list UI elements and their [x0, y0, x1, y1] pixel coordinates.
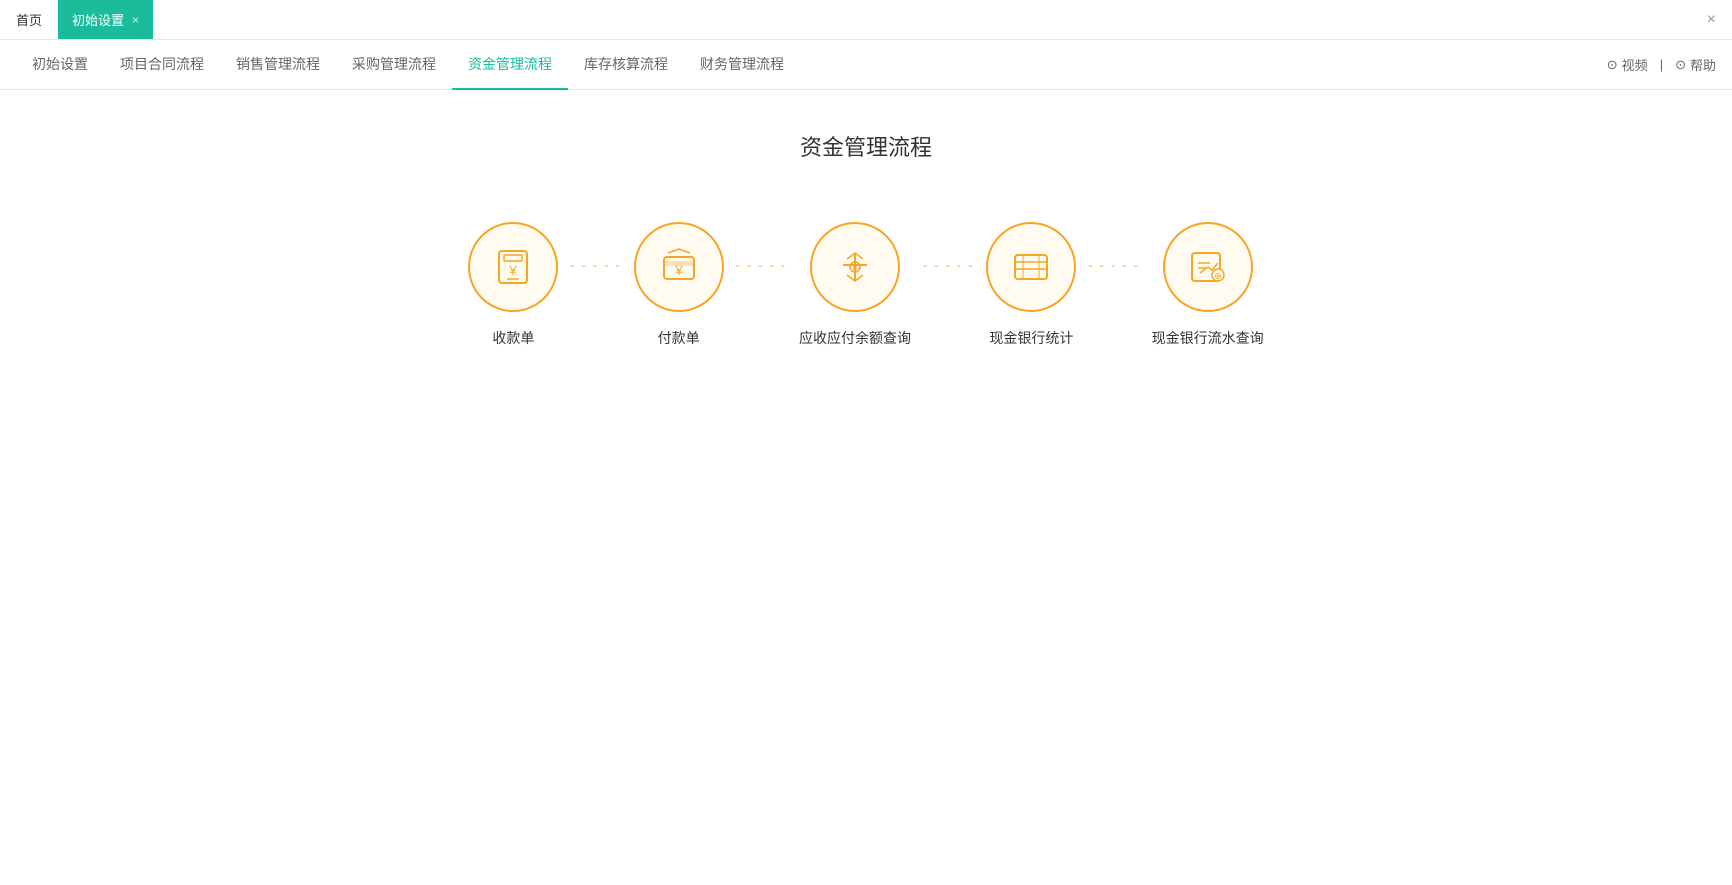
top-bar: 首页 初始设置 × ×: [0, 0, 1732, 40]
svg-text:¥: ¥: [509, 263, 518, 278]
flow-row: ¥ 收款单 - - - - - ¥ 付款单 - - - - -: [20, 222, 1712, 348]
flow-item-receipt[interactable]: ¥ 收款单: [468, 222, 558, 348]
transaction-icon: ⊕: [1186, 245, 1230, 289]
help-icon: ⊙: [1675, 57, 1686, 73]
video-icon: ⊙: [1607, 57, 1618, 73]
tab-purchase[interactable]: 采购管理流程: [336, 41, 452, 90]
main-content: 资金管理流程 ¥ 收款单 - - - - - ¥: [0, 90, 1732, 388]
flow-item-transaction[interactable]: ⊕ 现金银行流水查询: [1152, 222, 1264, 348]
cashbank-icon-circle: [986, 222, 1076, 312]
arrow-2: - - - - -: [724, 258, 799, 312]
svg-text:¥: ¥: [674, 263, 683, 278]
transaction-label: 现金银行流水查询: [1152, 328, 1264, 348]
video-label: 视频: [1622, 55, 1648, 74]
tab-initial[interactable]: 初始设置: [16, 41, 104, 90]
flow-item-balance[interactable]: ¥ 应收应付余额查询: [799, 222, 911, 348]
arrow-3: - - - - -: [911, 258, 986, 312]
payment-icon: ¥: [657, 245, 701, 289]
active-tab-label: 初始设置: [72, 10, 124, 29]
cashbank-icon: [1009, 245, 1053, 289]
payment-label: 付款单: [658, 328, 700, 348]
nav-right: ⊙ 视频 | ⊙ 帮助: [1607, 55, 1716, 74]
home-tab[interactable]: 首页: [0, 0, 58, 39]
arrow-1: - - - - -: [558, 258, 633, 312]
cashbank-label: 现金银行统计: [989, 328, 1073, 348]
page-title: 资金管理流程: [20, 130, 1712, 162]
svg-text:¥: ¥: [851, 263, 858, 273]
receipt-icon: ¥: [491, 245, 535, 289]
balance-icon: ¥: [833, 245, 877, 289]
arrow-4: - - - - -: [1076, 258, 1151, 312]
receipt-icon-circle: ¥: [468, 222, 558, 312]
help-link[interactable]: ⊙ 帮助: [1675, 55, 1716, 74]
tab-capital[interactable]: 资金管理流程: [452, 41, 568, 90]
tab-close-button[interactable]: ×: [132, 13, 139, 27]
tab-project[interactable]: 项目合同流程: [104, 41, 220, 90]
balance-label: 应收应付余额查询: [799, 328, 911, 348]
tab-sales[interactable]: 销售管理流程: [220, 41, 336, 90]
nav-tabs: 初始设置 项目合同流程 销售管理流程 采购管理流程 资金管理流程 库存核算流程 …: [0, 40, 1732, 90]
tab-finance[interactable]: 财务管理流程: [684, 41, 800, 90]
tab-inventory[interactable]: 库存核算流程: [568, 41, 684, 90]
flow-item-payment[interactable]: ¥ 付款单: [634, 222, 724, 348]
balance-icon-circle: ¥: [810, 222, 900, 312]
window-close-button[interactable]: ×: [1707, 11, 1716, 29]
top-bar-right: ×: [1707, 11, 1732, 29]
payment-icon-circle: ¥: [634, 222, 724, 312]
help-video-link[interactable]: ⊙ 视频: [1607, 55, 1648, 74]
receipt-label: 收款单: [492, 328, 534, 348]
transaction-icon-circle: ⊕: [1163, 222, 1253, 312]
svg-text:⊕: ⊕: [1214, 271, 1222, 281]
active-tab[interactable]: 初始设置 ×: [58, 0, 153, 39]
help-label: 帮助: [1690, 55, 1716, 74]
nav-divider: |: [1660, 57, 1663, 72]
flow-item-cashbank[interactable]: 现金银行统计: [986, 222, 1076, 348]
